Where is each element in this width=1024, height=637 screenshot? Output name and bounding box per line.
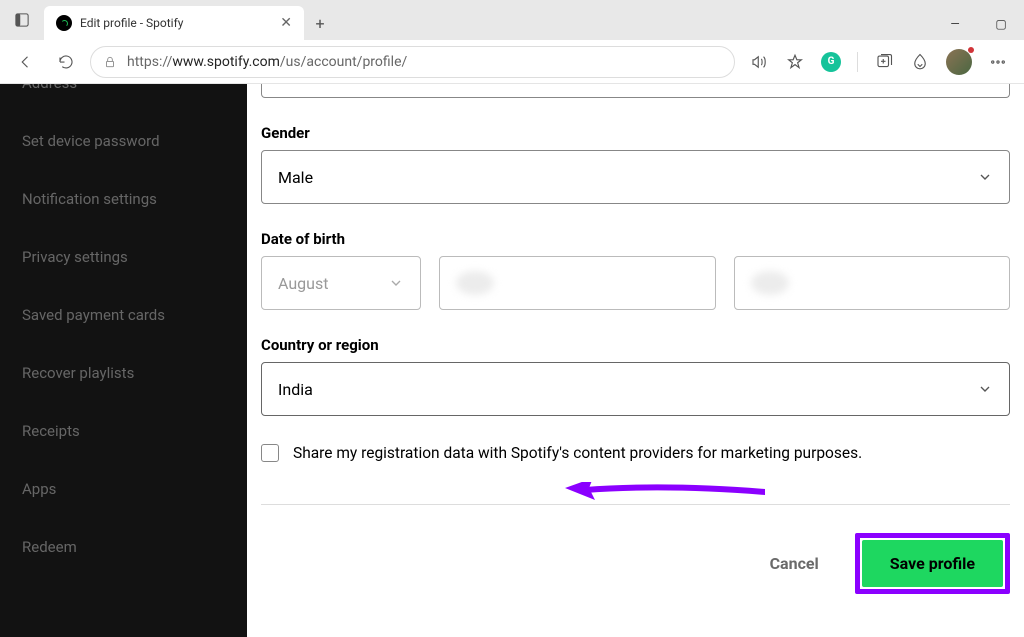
chevron-down-icon bbox=[388, 275, 404, 291]
browser-tab[interactable]: Edit profile - Spotify ✕ bbox=[44, 6, 304, 40]
sidebar-item-apps[interactable]: Apps bbox=[0, 460, 247, 518]
browser-titlebar: Edit profile - Spotify ✕ + — ▢ bbox=[0, 0, 1024, 40]
gender-label: Gender bbox=[261, 124, 1010, 142]
country-label: Country or region bbox=[261, 336, 1010, 354]
dob-day-input[interactable] bbox=[439, 256, 716, 310]
collections-button[interactable] bbox=[868, 46, 900, 78]
dob-year-input[interactable] bbox=[734, 256, 1011, 310]
annotation-arrow bbox=[565, 482, 765, 516]
country-select[interactable]: India bbox=[261, 362, 1010, 416]
new-tab-button[interactable]: + bbox=[304, 6, 336, 40]
tab-title: Edit profile - Spotify bbox=[80, 16, 183, 30]
sidebar-item-receipts[interactable]: Receipts bbox=[0, 402, 247, 460]
performance-button[interactable] bbox=[904, 46, 936, 78]
sidebar-item-address[interactable]: Address bbox=[0, 84, 247, 112]
page-content: Address Set device password Notification… bbox=[0, 84, 1024, 637]
share-data-label: Share my registration data with Spotify'… bbox=[293, 444, 862, 462]
spotify-favicon bbox=[56, 15, 72, 31]
divider bbox=[261, 504, 1010, 505]
refresh-button[interactable] bbox=[50, 46, 82, 78]
back-button[interactable] bbox=[10, 46, 42, 78]
grammarly-extension[interactable]: G bbox=[815, 46, 847, 78]
sidebar-item-saved-payment-cards[interactable]: Saved payment cards bbox=[0, 286, 247, 344]
more-button[interactable] bbox=[982, 46, 1014, 78]
sidebar-item-privacy-settings[interactable]: Privacy settings bbox=[0, 228, 247, 286]
close-tab-icon[interactable]: ✕ bbox=[280, 15, 292, 31]
favorite-button[interactable] bbox=[779, 46, 811, 78]
read-aloud-button[interactable] bbox=[743, 46, 775, 78]
sidebar-item-recover-playlists[interactable]: Recover playlists bbox=[0, 344, 247, 402]
dob-month-select[interactable]: August bbox=[261, 256, 421, 310]
previous-field-bottom[interactable] bbox=[261, 84, 1010, 98]
tab-actions-button[interactable] bbox=[0, 0, 44, 40]
gender-select[interactable]: Male bbox=[261, 150, 1010, 204]
share-data-checkbox[interactable] bbox=[261, 444, 279, 462]
country-value: India bbox=[278, 380, 313, 399]
url-text: https://www.spotify.com/us/account/profi… bbox=[127, 54, 407, 70]
sidebar-item-set-device-password[interactable]: Set device password bbox=[0, 112, 247, 170]
dob-label: Date of birth bbox=[261, 230, 1010, 248]
maximize-button[interactable]: ▢ bbox=[978, 8, 1024, 40]
dob-month-value: August bbox=[278, 274, 328, 293]
address-bar[interactable]: https://www.spotify.com/us/account/profi… bbox=[90, 46, 735, 78]
sidebar-item-notification-settings[interactable]: Notification settings bbox=[0, 170, 247, 228]
sidebar-item-redeem[interactable]: Redeem bbox=[0, 518, 247, 576]
cancel-button[interactable]: Cancel bbox=[762, 540, 827, 587]
gender-value: Male bbox=[278, 168, 313, 187]
save-profile-button[interactable]: Save profile bbox=[862, 540, 1003, 587]
chevron-down-icon bbox=[977, 381, 993, 397]
minimize-button[interactable]: — bbox=[932, 8, 978, 40]
save-button-highlight: Save profile bbox=[855, 533, 1010, 594]
share-data-row[interactable]: Share my registration data with Spotify'… bbox=[261, 444, 1010, 462]
form-actions: Cancel Save profile bbox=[261, 533, 1010, 594]
browser-toolbar: https://www.spotify.com/us/account/profi… bbox=[0, 40, 1024, 84]
window-controls: — ▢ bbox=[932, 8, 1024, 40]
profile-form: Gender Male Date of birth August Country… bbox=[247, 84, 1024, 637]
profile-avatar[interactable] bbox=[946, 49, 972, 75]
account-sidebar: Address Set device password Notification… bbox=[0, 84, 247, 637]
lock-icon bbox=[103, 55, 117, 69]
chevron-down-icon bbox=[977, 169, 993, 185]
